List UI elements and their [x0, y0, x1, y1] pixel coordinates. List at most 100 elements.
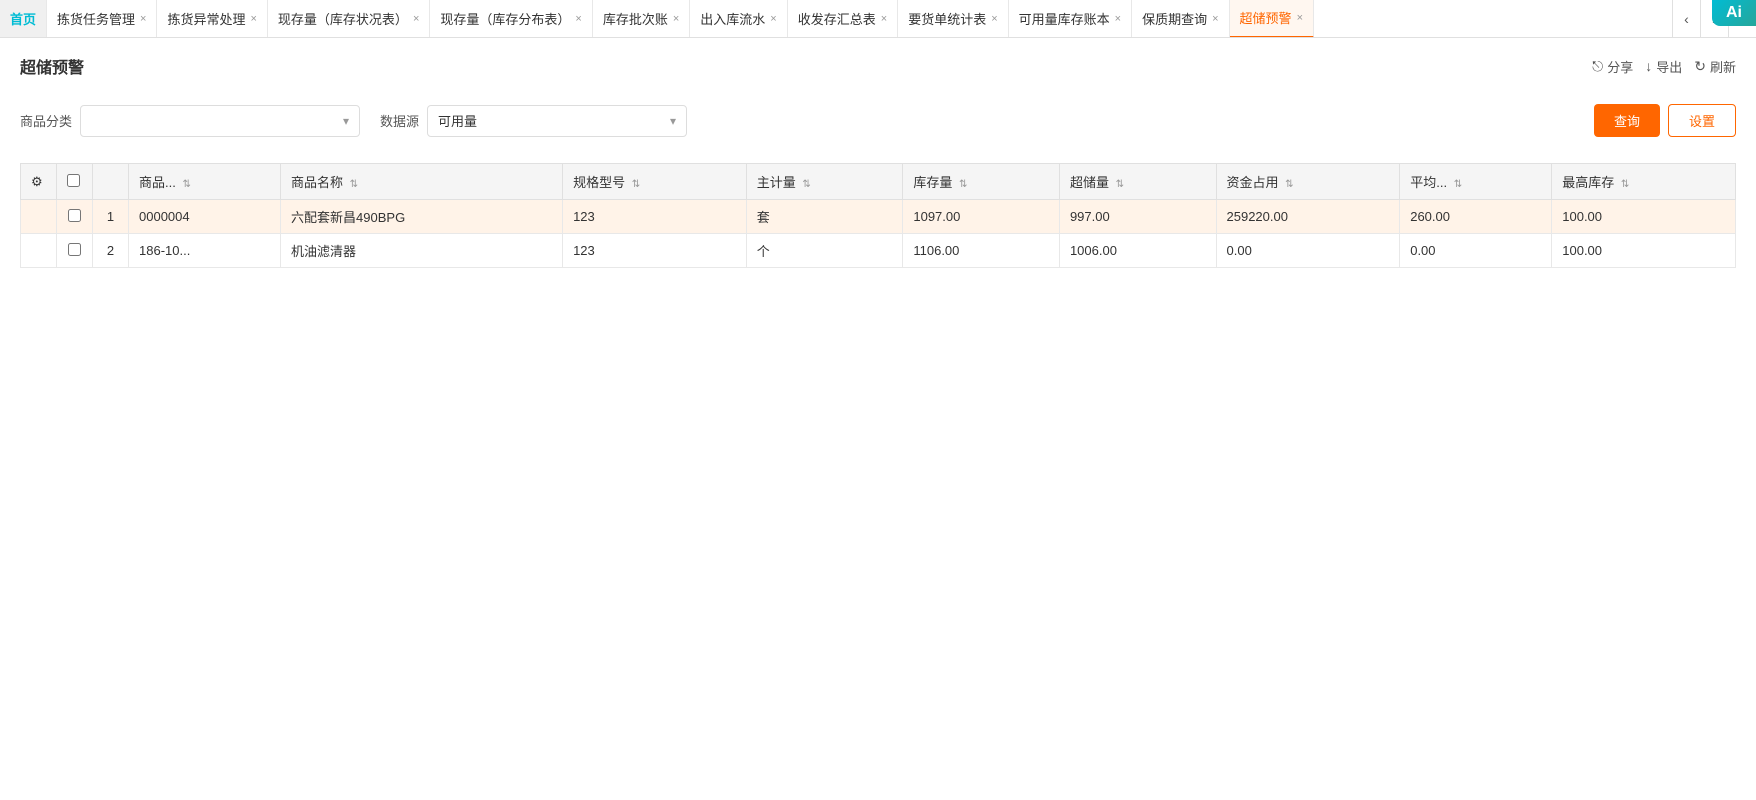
td-product-code: 0000004 [129, 200, 281, 234]
close-tab-4[interactable]: × [575, 13, 581, 25]
nav-tab-7[interactable]: 收发存汇总表 × [788, 0, 898, 38]
td-over-stock: 1006.00 [1059, 234, 1216, 268]
category-select[interactable]: ▾ [80, 105, 360, 137]
filter-category: 商品分类 ▾ [20, 105, 360, 137]
th-row-num [93, 164, 129, 200]
filter-buttons: 查询 设置 [1594, 104, 1736, 137]
td-row-num: 1 [93, 200, 129, 234]
th-unit[interactable]: 主计量 ⇅ [746, 164, 903, 200]
th-product-name[interactable]: 商品名称 ⇅ [281, 164, 563, 200]
th-over-stock[interactable]: 超储量 ⇅ [1059, 164, 1216, 200]
td-unit: 套 [746, 200, 903, 234]
th-checkbox[interactable] [57, 164, 93, 200]
tab-label-7: 收发存汇总表 [798, 9, 876, 28]
sort-unit-icon: ⇅ [802, 179, 810, 190]
close-tab-2[interactable]: × [250, 13, 256, 25]
th-stock[interactable]: 库存量 ⇅ [903, 164, 1060, 200]
th-spec-label: 规格型号 [573, 175, 625, 190]
sort-product-code-icon: ⇅ [182, 179, 190, 190]
th-spec[interactable]: 规格型号 ⇅ [563, 164, 747, 200]
td-product-name: 机油滤清器 [281, 234, 563, 268]
th-product-code[interactable]: 商品... ⇅ [129, 164, 281, 200]
th-stock-label: 库存量 [913, 175, 952, 190]
td-product-code: 186-10... [129, 234, 281, 268]
refresh-label: 刷新 [1710, 57, 1736, 76]
export-button[interactable]: ↓ 导出 [1645, 57, 1682, 76]
th-product-code-label: 商品... [139, 175, 176, 190]
sort-avg-icon: ⇅ [1454, 179, 1462, 190]
page-title: 超储预警 [20, 54, 84, 78]
td-row-num: 2 [93, 234, 129, 268]
th-avg[interactable]: 平均... ⇅ [1400, 164, 1552, 200]
nav-tab-home[interactable]: 首页 [0, 0, 47, 38]
share-icon: ⎋ [1592, 58, 1603, 75]
tab-label-6: 出入库流水 [700, 9, 765, 28]
tab-label-10: 保质期查询 [1142, 9, 1207, 28]
close-tab-3[interactable]: × [413, 13, 419, 25]
row-checkbox[interactable] [68, 243, 81, 256]
table-row: 2 186-10... 机油滤清器 123 个 1106.00 1006.00 … [21, 234, 1736, 268]
td-checkbox[interactable] [57, 200, 93, 234]
sort-over-stock-icon: ⇅ [1116, 179, 1124, 190]
refresh-icon: ↻ [1694, 58, 1706, 75]
top-nav: 首页 拣货任务管理 × 拣货异常处理 × 现存量（库存状况表） × 现存量（库存… [0, 0, 1756, 38]
data-table: ⚙ 商品... ⇅ 商品名称 ⇅ 规格型号 ⇅ [20, 163, 1736, 268]
td-capital: 0.00 [1216, 234, 1400, 268]
nav-tab-10[interactable]: 保质期查询 × [1132, 0, 1229, 38]
th-gear[interactable]: ⚙ [21, 164, 57, 200]
nav-tab-3[interactable]: 现存量（库存状况表） × [268, 0, 430, 38]
td-avg: 260.00 [1400, 200, 1552, 234]
set-button[interactable]: 设置 [1668, 104, 1736, 137]
th-unit-label: 主计量 [757, 175, 796, 190]
td-checkbox[interactable] [57, 234, 93, 268]
nav-tab-8[interactable]: 要货单统计表 × [898, 0, 1008, 38]
share-label: 分享 [1607, 57, 1633, 76]
td-max-stock: 100.00 [1552, 200, 1736, 234]
close-tab-7[interactable]: × [881, 13, 887, 25]
nav-tab-5[interactable]: 库存批次账 × [593, 0, 690, 38]
export-label: 导出 [1656, 57, 1682, 76]
td-max-stock: 100.00 [1552, 234, 1736, 268]
tab-label-5: 库存批次账 [603, 9, 668, 28]
td-avg: 0.00 [1400, 234, 1552, 268]
sort-max-stock-icon: ⇅ [1621, 179, 1629, 190]
export-icon: ↓ [1645, 58, 1652, 74]
nav-tab-2[interactable]: 拣货异常处理 × [157, 0, 267, 38]
tab-label-4: 现存量（库存分布表） [440, 9, 570, 28]
td-capital: 259220.00 [1216, 200, 1400, 234]
th-max-stock[interactable]: 最高库存 ⇅ [1552, 164, 1736, 200]
td-product-name: 六配套新昌490BPG [281, 200, 563, 234]
refresh-button[interactable]: ↻ 刷新 [1694, 57, 1736, 76]
close-tab-9[interactable]: × [1115, 13, 1121, 25]
row-checkbox[interactable] [68, 209, 81, 222]
nav-tab-4[interactable]: 现存量（库存分布表） × [430, 0, 592, 38]
th-capital[interactable]: 资金占用 ⇅ [1216, 164, 1400, 200]
close-tab-active[interactable]: × [1297, 12, 1303, 24]
nav-tab-1[interactable]: 拣货任务管理 × [47, 0, 157, 38]
tab-label-active: 超储预警 [1240, 8, 1292, 27]
td-stock: 1097.00 [903, 200, 1060, 234]
query-button[interactable]: 查询 [1594, 104, 1660, 137]
close-tab-5[interactable]: × [673, 13, 679, 25]
td-gear [21, 200, 57, 234]
share-button[interactable]: ⎋ 分享 [1592, 57, 1633, 76]
datasource-select[interactable]: 可用量 ▾ [427, 105, 687, 137]
filter-row: 商品分类 ▾ 数据源 可用量 ▾ 查询 设置 [20, 94, 1736, 147]
close-tab-6[interactable]: × [770, 13, 776, 25]
td-unit: 个 [746, 234, 903, 268]
page-header: 超储预警 ⎋ 分享 ↓ 导出 ↻ 刷新 [20, 54, 1736, 78]
close-tab-8[interactable]: × [991, 13, 997, 25]
category-arrow-icon: ▾ [343, 114, 349, 128]
select-all-checkbox[interactable] [67, 174, 80, 187]
nav-tab-6[interactable]: 出入库流水 × [690, 0, 787, 38]
close-tab-10[interactable]: × [1212, 13, 1218, 25]
table-body: 1 0000004 六配套新昌490BPG 123 套 1097.00 997.… [21, 200, 1736, 268]
th-max-stock-label: 最高库存 [1562, 175, 1614, 190]
close-tab-1[interactable]: × [140, 13, 146, 25]
datasource-arrow-icon: ▾ [670, 114, 676, 128]
nav-tab-active[interactable]: 超储预警 × [1230, 0, 1314, 38]
nav-prev-btn[interactable]: ‹ [1672, 0, 1700, 38]
datasource-value: 可用量 [438, 111, 477, 130]
home-label: 首页 [10, 9, 36, 28]
nav-tab-9[interactable]: 可用量库存账本 × [1009, 0, 1132, 38]
